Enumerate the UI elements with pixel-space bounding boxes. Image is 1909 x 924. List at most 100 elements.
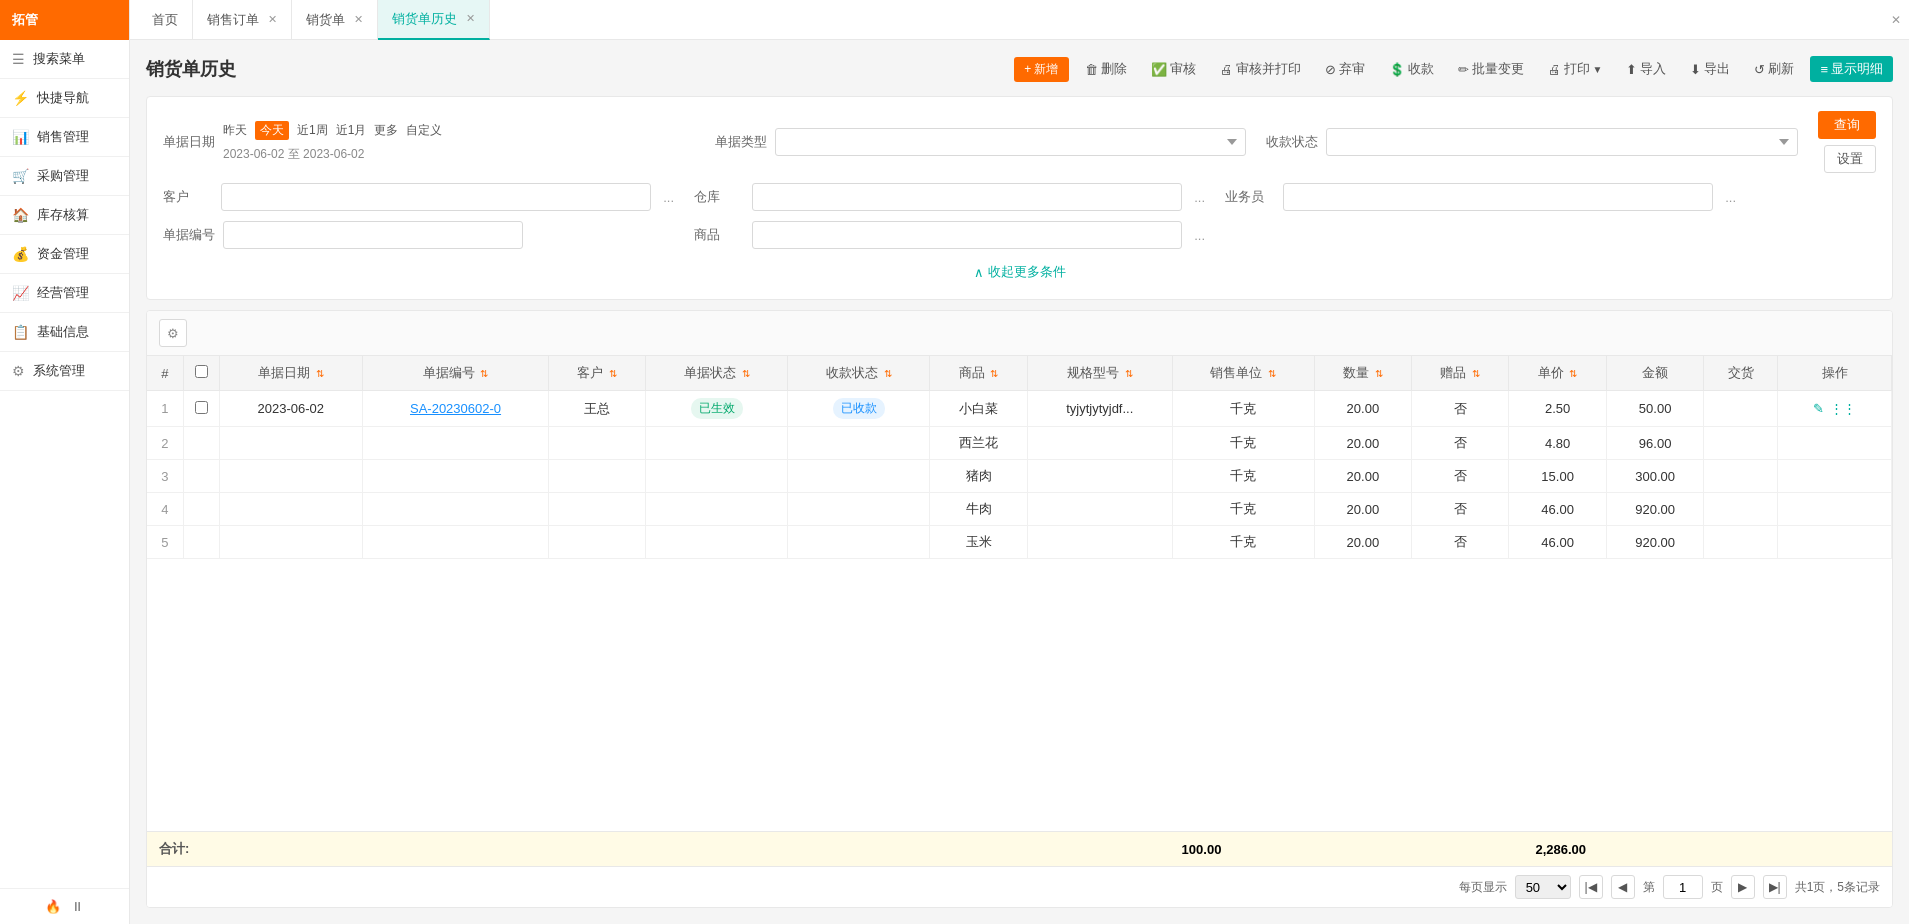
collapse-button[interactable]: ∧ 收起更多条件 — [163, 259, 1876, 285]
sidebar-item-sales-mgmt[interactable]: 📊 销售管理 — [0, 118, 129, 157]
next-page-button[interactable]: ▶ — [1731, 875, 1755, 899]
quantity-sort-icon: ⇅ — [1375, 368, 1383, 379]
doc-num-cell[interactable] — [363, 427, 549, 460]
col-quantity[interactable]: 数量 ⇅ — [1314, 356, 1411, 391]
col-gift[interactable]: 赠品 ⇅ — [1412, 356, 1509, 391]
col-customer[interactable]: 客户 ⇅ — [548, 356, 645, 391]
customer-ellipsis[interactable]: ... — [663, 190, 674, 205]
doc-num-cell[interactable] — [363, 460, 549, 493]
row-num-cell: 5 — [147, 526, 183, 559]
sidebar-item-purchase-mgmt[interactable]: 🛒 采购管理 — [0, 157, 129, 196]
date-range-text: 2023-06-02 至 2023-06-02 — [223, 146, 442, 163]
doc-num-input[interactable] — [223, 221, 523, 249]
week-link[interactable]: 近1周 — [297, 122, 328, 139]
collect-button[interactable]: 💲 收款 — [1381, 56, 1442, 82]
footer-icon1[interactable]: 🔥 — [45, 899, 61, 914]
per-page-select[interactable]: 50 100 200 — [1515, 875, 1571, 899]
abandon-button[interactable]: ⊘ 弃审 — [1317, 56, 1373, 82]
today-link[interactable]: 今天 — [255, 121, 289, 140]
close-sales-goods-tab[interactable]: ✕ — [354, 13, 363, 26]
table-row: 4牛肉千克20.00否46.00920.00 — [147, 493, 1892, 526]
export-button[interactable]: ⬇ 导出 — [1682, 56, 1738, 82]
row-num-cell: 4 — [147, 493, 183, 526]
doc-num-cell[interactable]: SA-20230602-0 — [363, 391, 549, 427]
sidebar-item-label: 搜索菜单 — [33, 50, 85, 68]
batch-change-button[interactable]: ✏ 批量变更 — [1450, 56, 1532, 82]
prev-page-button[interactable]: ◀ — [1611, 875, 1635, 899]
audit-button[interactable]: ✅ 审核 — [1143, 56, 1204, 82]
last-page-button[interactable]: ▶| — [1763, 875, 1787, 899]
sidebar-item-sys-mgmt[interactable]: ⚙ 系统管理 — [0, 352, 129, 391]
warehouse-ellipsis[interactable]: ... — [1194, 190, 1205, 205]
salesman-input[interactable] — [1283, 183, 1713, 211]
goods-ellipsis[interactable]: ... — [1194, 228, 1205, 243]
table-settings-button[interactable]: ⚙ — [159, 319, 187, 347]
custom-link[interactable]: 自定义 — [406, 122, 442, 139]
import-button[interactable]: ⬆ 导入 — [1618, 56, 1674, 82]
row-checkbox[interactable] — [195, 401, 208, 414]
col-spec[interactable]: 规格型号 ⇅ — [1027, 356, 1172, 391]
yesterday-link[interactable]: 昨天 — [223, 122, 247, 139]
sidebar-item-quick-nav[interactable]: ⚡ 快捷导航 — [0, 79, 129, 118]
doc-status-sort-icon: ⇅ — [742, 368, 750, 379]
col-doc-status-label: 单据状态 — [684, 365, 736, 380]
footer-icon2[interactable]: ⏸ — [71, 899, 84, 914]
customer-input[interactable] — [221, 183, 651, 211]
sidebar-item-operations[interactable]: 📈 经营管理 — [0, 274, 129, 313]
close-all-tabs[interactable]: ✕ — [1891, 13, 1901, 27]
col-doc-status[interactable]: 单据状态 ⇅ — [646, 356, 788, 391]
col-payment-status[interactable]: 收款状态 ⇅ — [788, 356, 930, 391]
doc-type-select[interactable] — [775, 128, 1247, 156]
display-detail-button[interactable]: ≡ 显示明细 — [1810, 56, 1893, 82]
page-input[interactable] — [1663, 875, 1703, 899]
transaction-cell — [1704, 493, 1778, 526]
row-checkbox-cell — [183, 493, 219, 526]
goods-input[interactable] — [752, 221, 1182, 249]
more-action-btn[interactable]: ⋮⋮ — [1830, 401, 1856, 416]
sidebar-item-inventory[interactable]: 🏠 库存核算 — [0, 196, 129, 235]
tab-sales-goods-history[interactable]: 销货单历史 ✕ — [378, 0, 490, 40]
first-page-button[interactable]: |◀ — [1579, 875, 1603, 899]
select-all-checkbox[interactable] — [195, 365, 208, 378]
customer-sort-icon: ⇅ — [609, 368, 617, 379]
settings-button[interactable]: 设置 — [1824, 145, 1876, 173]
month-link[interactable]: 近1月 — [336, 122, 367, 139]
unit-cell: 千克 — [1172, 427, 1314, 460]
col-unit[interactable]: 销售单位 ⇅ — [1172, 356, 1314, 391]
print-button[interactable]: 🖨 打印 ▼ — [1540, 56, 1611, 82]
table-wrapper: # 单据日期 ⇅ 单据编号 ⇅ — [147, 356, 1892, 831]
col-price[interactable]: 单价 ⇅ — [1509, 356, 1606, 391]
tab-sales-goods[interactable]: 销货单 ✕ — [292, 0, 378, 40]
total-row: 100.00 2,286.00 — [219, 842, 1880, 857]
doc-num-cell[interactable] — [363, 526, 549, 559]
audit-print-button[interactable]: 🖨 审核并打印 — [1212, 56, 1309, 82]
sidebar-item-finance[interactable]: 💰 资金管理 — [0, 235, 129, 274]
more-link[interactable]: 更多 — [374, 122, 398, 139]
sidebar-item-label: 库存核算 — [37, 206, 89, 224]
quick-nav-icon: ⚡ — [12, 90, 29, 106]
sidebar-item-basic-info[interactable]: 📋 基础信息 — [0, 313, 129, 352]
col-doc-num[interactable]: 单据编号 ⇅ — [363, 356, 549, 391]
close-sales-order-tab[interactable]: ✕ — [268, 13, 277, 26]
payment-status-select[interactable] — [1326, 128, 1798, 156]
doc-num-link[interactable]: SA-20230602-0 — [410, 401, 501, 416]
salesman-ellipsis[interactable]: ... — [1725, 190, 1736, 205]
col-goods[interactable]: 商品 ⇅ — [930, 356, 1027, 391]
filter-payment-status: 收款状态 — [1266, 128, 1798, 156]
tab-sales-order[interactable]: 销售订单 ✕ — [193, 0, 292, 40]
sidebar-item-search-menu[interactable]: ☰ 搜索菜单 — [0, 40, 129, 79]
doc-num-cell[interactable] — [363, 493, 549, 526]
new-button[interactable]: + 新增 — [1014, 57, 1068, 82]
tab-home[interactable]: 首页 — [138, 0, 193, 40]
col-date[interactable]: 单据日期 ⇅ — [219, 356, 363, 391]
filter-customer: 客户 ... — [163, 183, 674, 211]
edit-action-btn[interactable]: ✎ — [1813, 401, 1824, 416]
collect-icon: 💲 — [1389, 62, 1405, 77]
col-gift-label: 赠品 — [1440, 365, 1466, 380]
refresh-button[interactable]: ↺ 刷新 — [1746, 56, 1802, 82]
sidebar-footer: 🔥 ⏸ — [0, 888, 129, 924]
warehouse-input[interactable] — [752, 183, 1182, 211]
query-button[interactable]: 查询 — [1818, 111, 1876, 139]
delete-button[interactable]: 🗑 删除 — [1077, 56, 1135, 82]
close-history-tab[interactable]: ✕ — [466, 12, 475, 25]
